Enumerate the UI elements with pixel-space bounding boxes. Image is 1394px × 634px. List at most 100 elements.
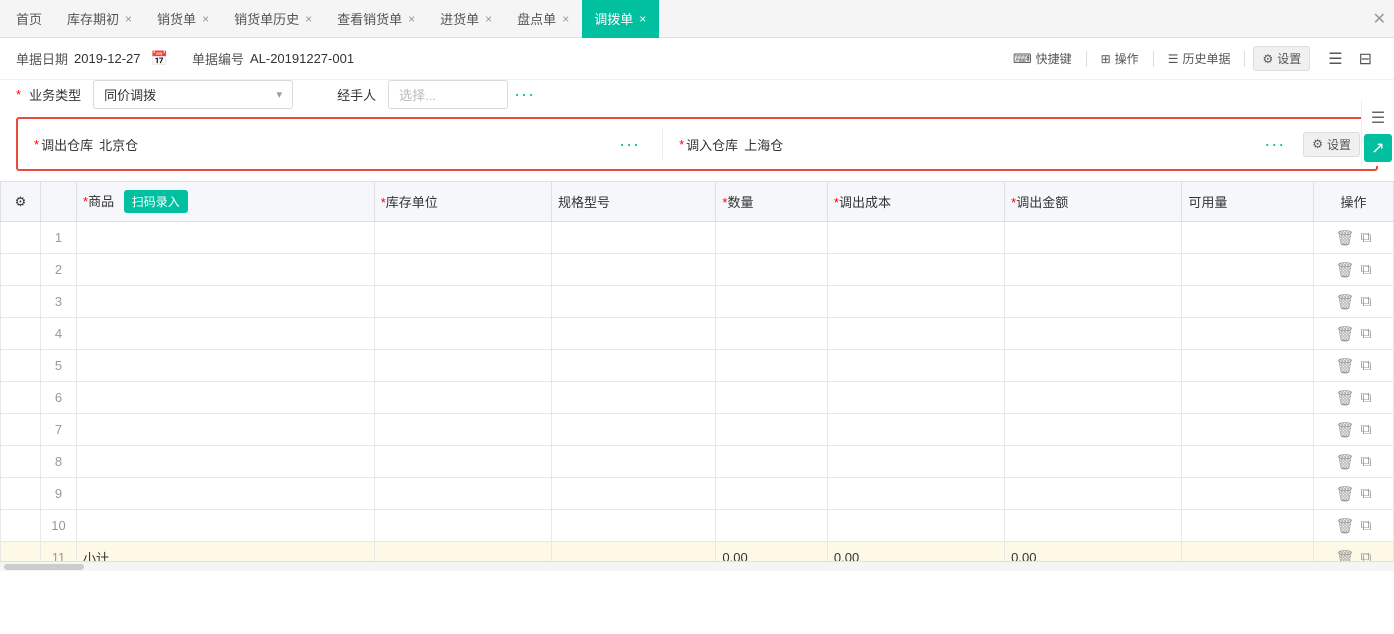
delete-icon[interactable]: 🗑 xyxy=(1336,261,1355,279)
row-available[interactable] xyxy=(1182,222,1314,254)
row-qty[interactable] xyxy=(716,510,827,542)
row-product[interactable] xyxy=(77,222,375,254)
row-amount[interactable] xyxy=(1005,446,1182,478)
row-unit[interactable] xyxy=(374,254,551,286)
row-cost[interactable] xyxy=(827,254,1004,286)
row-available[interactable] xyxy=(1182,414,1314,446)
delete-icon[interactable]: 🗑 xyxy=(1336,325,1355,343)
row-cost[interactable] xyxy=(827,414,1004,446)
row-available[interactable] xyxy=(1182,350,1314,382)
row-unit[interactable] xyxy=(374,286,551,318)
col-setting-header[interactable]: ⚙ xyxy=(1,182,41,222)
sidebar-export-icon[interactable]: ↗ xyxy=(1364,134,1392,162)
tab-purchase[interactable]: 进货单 × xyxy=(428,0,505,38)
tab-inventory-close[interactable]: × xyxy=(125,13,132,25)
row-spec[interactable] xyxy=(551,382,715,414)
tab-sales-close[interactable]: × xyxy=(202,13,209,25)
row-available[interactable] xyxy=(1182,318,1314,350)
row-amount[interactable] xyxy=(1005,222,1182,254)
row-unit[interactable] xyxy=(374,350,551,382)
copy-icon[interactable]: ⧉ xyxy=(1361,549,1372,561)
grid-view-button[interactable]: ⊟ xyxy=(1353,47,1378,71)
row-amount[interactable] xyxy=(1005,350,1182,382)
copy-icon[interactable]: ⧉ xyxy=(1361,485,1372,502)
calendar-icon[interactable]: 📅 xyxy=(151,50,168,67)
history-button[interactable]: ☰ 历史单据 xyxy=(1162,48,1237,69)
row-amount[interactable] xyxy=(1005,254,1182,286)
row-product[interactable] xyxy=(77,382,375,414)
delete-icon[interactable]: 🗑 xyxy=(1336,485,1355,503)
tab-sales-history-close[interactable]: × xyxy=(305,13,312,25)
delete-icon[interactable]: 🗑 xyxy=(1336,421,1355,439)
scrollbar-thumb[interactable] xyxy=(4,564,84,570)
sidebar-list-icon[interactable]: ☰ xyxy=(1364,104,1392,132)
row-qty[interactable] xyxy=(716,350,827,382)
delete-icon[interactable]: 🗑 xyxy=(1336,293,1355,311)
handler-select[interactable]: 选择... xyxy=(388,80,508,109)
row-product[interactable] xyxy=(77,446,375,478)
row-qty[interactable] xyxy=(716,254,827,286)
row-qty[interactable] xyxy=(716,286,827,318)
transfer-out-more-icon[interactable]: ··· xyxy=(613,134,646,155)
row-amount[interactable] xyxy=(1005,478,1182,510)
tab-home[interactable]: 首页 xyxy=(4,0,55,38)
row-unit[interactable] xyxy=(374,222,551,254)
copy-icon[interactable]: ⧉ xyxy=(1361,293,1372,310)
row-cost[interactable] xyxy=(827,350,1004,382)
row-product[interactable] xyxy=(77,414,375,446)
row-cost[interactable] xyxy=(827,222,1004,254)
scan-button[interactable]: 扫码录入 xyxy=(124,190,188,213)
delete-icon[interactable]: 🗑 xyxy=(1336,357,1355,375)
row-spec[interactable] xyxy=(551,414,715,446)
row-qty[interactable] xyxy=(716,382,827,414)
copy-icon[interactable]: ⧉ xyxy=(1361,421,1372,438)
tab-inventory-init[interactable]: 库存期初 × xyxy=(55,0,145,38)
row-product[interactable] xyxy=(77,510,375,542)
tab-transfer[interactable]: 调拨单 × xyxy=(582,0,659,38)
row-cost[interactable] xyxy=(827,286,1004,318)
row-qty[interactable] xyxy=(716,414,827,446)
copy-icon[interactable]: ⧉ xyxy=(1361,261,1372,278)
row-qty[interactable] xyxy=(716,446,827,478)
row-available[interactable] xyxy=(1182,510,1314,542)
row-cost[interactable] xyxy=(827,510,1004,542)
row-available[interactable] xyxy=(1182,446,1314,478)
business-type-select[interactable]: 同价调拨 ▾ xyxy=(93,80,293,109)
row-unit[interactable] xyxy=(374,382,551,414)
row-qty[interactable] xyxy=(716,318,827,350)
tab-view-sales[interactable]: 查看销货单 × xyxy=(325,0,428,38)
row-qty[interactable] xyxy=(716,478,827,510)
tab-stocktake[interactable]: 盘点单 × xyxy=(505,0,582,38)
row-spec[interactable] xyxy=(551,510,715,542)
row-unit[interactable] xyxy=(374,414,551,446)
horizontal-scrollbar[interactable] xyxy=(0,561,1394,571)
row-spec[interactable] xyxy=(551,478,715,510)
row-unit[interactable] xyxy=(374,510,551,542)
shortcut-button[interactable]: ⌨ 快捷键 xyxy=(1007,48,1078,69)
row-amount[interactable] xyxy=(1005,382,1182,414)
delete-icon[interactable]: 🗑 xyxy=(1336,517,1355,535)
row-available[interactable] xyxy=(1182,382,1314,414)
row-spec[interactable] xyxy=(551,286,715,318)
row-spec[interactable] xyxy=(551,350,715,382)
row-available[interactable] xyxy=(1182,286,1314,318)
operation-button[interactable]: ⊞ 操作 xyxy=(1095,48,1145,69)
copy-icon[interactable]: ⧉ xyxy=(1361,517,1372,534)
row-unit[interactable] xyxy=(374,446,551,478)
row-spec[interactable] xyxy=(551,254,715,286)
copy-icon[interactable]: ⧉ xyxy=(1361,325,1372,342)
delete-icon[interactable]: 🗑 xyxy=(1336,389,1355,407)
warehouse-setting-button[interactable]: ⚙ 设置 xyxy=(1303,132,1360,157)
copy-icon[interactable]: ⧉ xyxy=(1361,389,1372,406)
row-cost[interactable] xyxy=(827,446,1004,478)
delete-icon[interactable]: 🗑 xyxy=(1336,229,1355,247)
tab-stocktake-close[interactable]: × xyxy=(562,13,569,25)
copy-icon[interactable]: ⧉ xyxy=(1361,229,1372,246)
row-available[interactable] xyxy=(1182,478,1314,510)
tab-sales-order[interactable]: 销货单 × xyxy=(145,0,222,38)
row-product[interactable] xyxy=(77,318,375,350)
handler-more-icon[interactable]: ··· xyxy=(514,84,535,105)
transfer-in-more-icon[interactable]: ··· xyxy=(1258,134,1291,155)
row-amount[interactable] xyxy=(1005,414,1182,446)
row-product[interactable] xyxy=(77,286,375,318)
